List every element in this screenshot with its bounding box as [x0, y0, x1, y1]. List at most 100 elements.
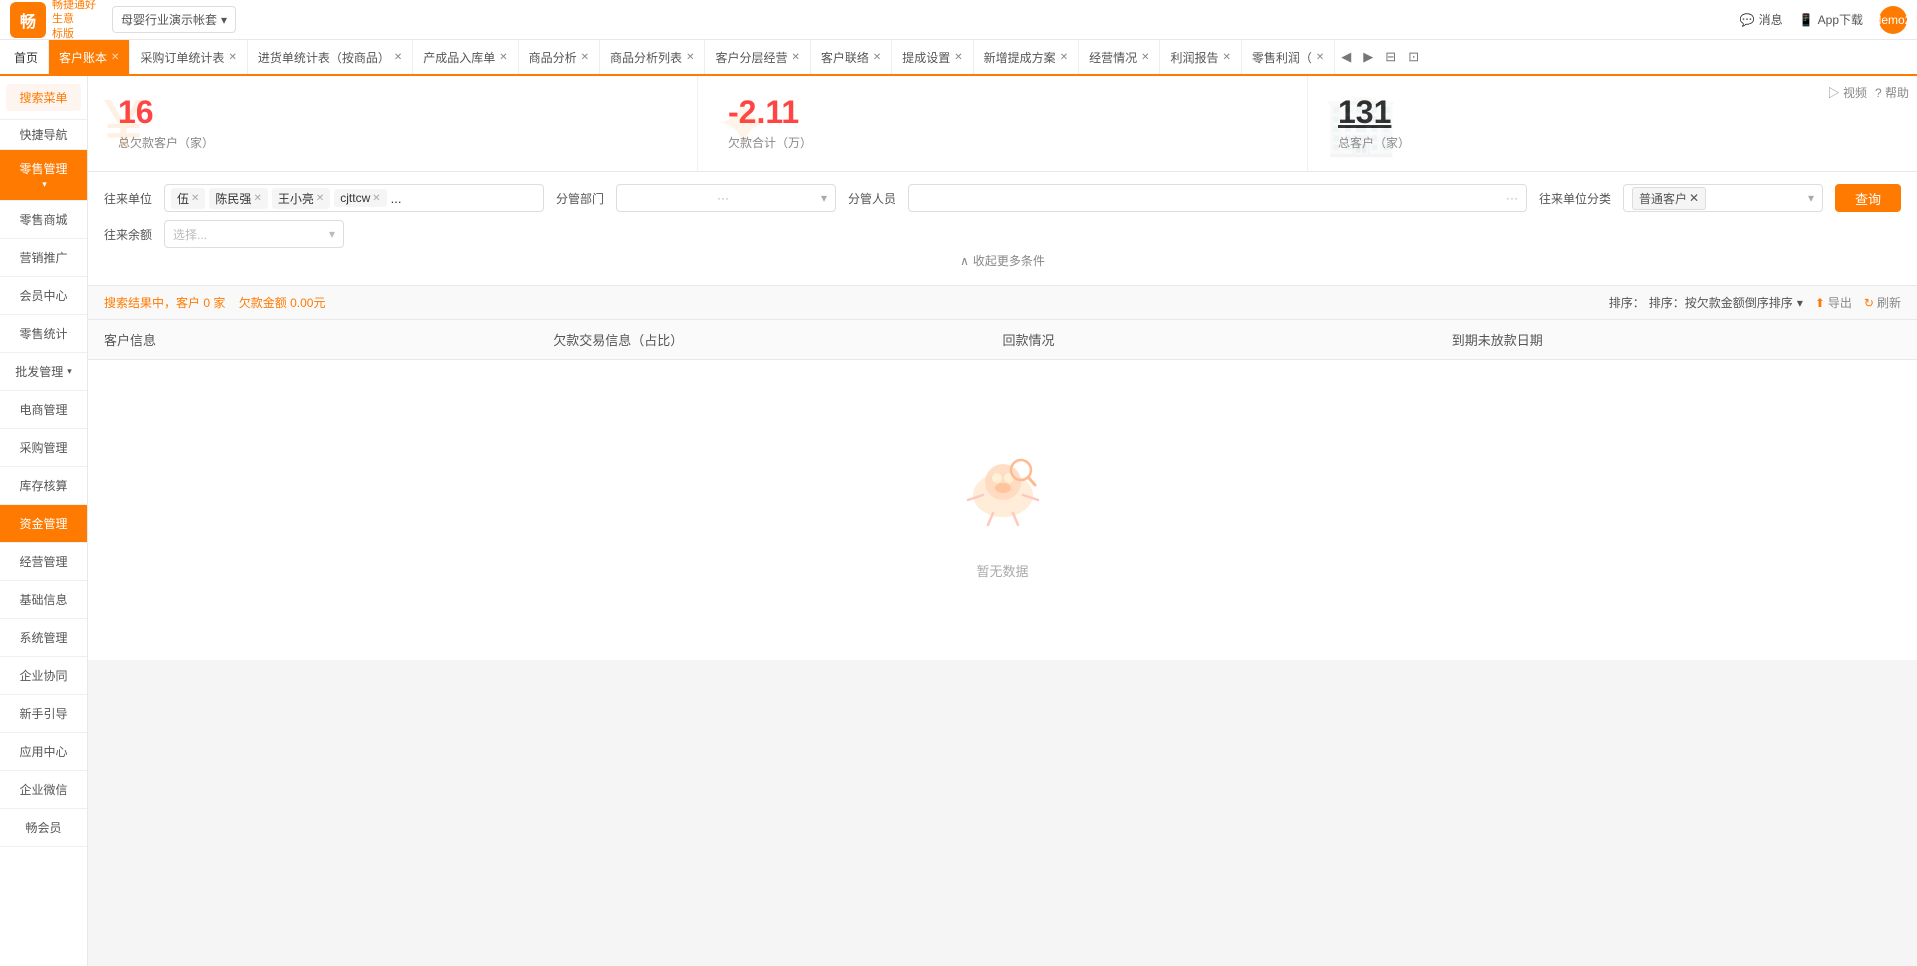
table-header: 客户信息 欠款交易信息（占比） 回款情况 到期未放款日期 [88, 320, 1917, 360]
video-help-btn[interactable]: ▷ 视频 [1828, 84, 1867, 101]
more-tags-btn[interactable]: ... [391, 191, 402, 206]
tab-home[interactable]: 首页 [4, 40, 49, 75]
tag-close-icon[interactable]: ✕ [191, 193, 199, 204]
sidebar-item-wholesale-mgmt[interactable]: 批发管理 ▾ [0, 353, 87, 391]
result-actions: 排序： 排序：按欠款金额倒序排序 ▾ ⬆ 导出 ↻ 刷新 [1609, 294, 1901, 311]
query-button[interactable]: 查询 [1835, 184, 1901, 212]
sidebar-item-app-center[interactable]: 应用中心 [0, 733, 87, 771]
close-icon[interactable]: ✕ [686, 52, 694, 63]
close-icon[interactable]: ✕ [873, 52, 881, 63]
unit-tags-container[interactable]: 伍 ✕ 陈民强 ✕ 王小亮 ✕ cjttcw ✕ ... [164, 184, 544, 212]
tab-purchase-stats[interactable]: 进货单统计表（按商品） ✕ [248, 40, 413, 75]
sidebar-item-enterprise-collab[interactable]: 企业协同 [0, 657, 87, 695]
tag-close-icon[interactable]: ✕ [253, 193, 261, 204]
unit-type-select[interactable]: 普通客户 ✕ ▾ [1623, 184, 1823, 212]
close-icon[interactable]: ✕ [1223, 52, 1231, 63]
person-select[interactable]: ··· [908, 184, 1527, 212]
sidebar-item-label: 电商管理 [19, 401, 67, 418]
tab-new-improve-label: 新增提成方案 [984, 49, 1056, 66]
tab-product-analysis[interactable]: 商品分析 ✕ [519, 40, 600, 75]
messages-btn[interactable]: 💬 消息 [1740, 11, 1783, 28]
sidebar-item-label: 会员中心 [19, 287, 67, 304]
close-icon[interactable]: ✕ [791, 52, 799, 63]
sidebar-item-premium-member[interactable]: 畅会员 [0, 809, 87, 847]
tab-customer-contact[interactable]: 客户联络 ✕ [811, 40, 892, 75]
sidebar-item-inventory[interactable]: 库存核算 [0, 467, 87, 505]
tab-customer-balance[interactable]: 客户账本 ✕ [49, 40, 130, 75]
unit-tag-4[interactable]: cjttcw ✕ [334, 189, 386, 207]
unit-tag-2[interactable]: 陈民强 ✕ [209, 188, 267, 209]
tab-improve-settings-label: 提成设置 [902, 49, 950, 66]
tag-close-icon[interactable]: ✕ [316, 193, 324, 204]
unit-tag-3[interactable]: 王小亮 ✕ [272, 188, 330, 209]
sidebar-item-retail-stats[interactable]: 零售统计 [0, 315, 87, 353]
close-icon[interactable]: ✕ [394, 52, 402, 63]
sidebar-item-retail-mgmt[interactable]: 零售管理 ▾ [0, 150, 87, 201]
tag-close-icon[interactable]: ✕ [1689, 191, 1699, 205]
tab-retail-profit[interactable]: 零售利润（ ✕ [1242, 40, 1335, 75]
close-icon[interactable]: ✕ [1316, 52, 1324, 63]
unit-tag-1[interactable]: 伍 ✕ [171, 188, 205, 209]
tab-product-inbound[interactable]: 产成品入库单 ✕ [413, 40, 518, 75]
sidebar-item-system-mgmt[interactable]: 系统管理 [0, 619, 87, 657]
dept-select[interactable]: ··· ▾ [616, 184, 836, 212]
close-icon[interactable]: ✕ [1141, 52, 1149, 63]
sidebar-item-label: 应用中心 [19, 743, 67, 760]
tab-new-improve[interactable]: 新增提成方案 ✕ [974, 40, 1079, 75]
refresh-button[interactable]: ↻ 刷新 [1864, 294, 1901, 311]
result-customer-count: 0 [203, 296, 210, 310]
sidebar-item-label: 畅会员 [25, 819, 61, 836]
help-btn[interactable]: ? 帮助 [1875, 84, 1909, 101]
tab-product-analysis-list[interactable]: 商品分析列表 ✕ [600, 40, 705, 75]
close-icon[interactable]: ✕ [581, 52, 589, 63]
chevron-down-icon: ▾ [821, 191, 827, 205]
sidebar-item-marketing[interactable]: 营销推广 [0, 239, 87, 277]
unit-filter-label: 往来单位 [104, 190, 152, 207]
export-button[interactable]: ⬆ 导出 [1815, 294, 1852, 311]
quick-nav-button[interactable]: 快捷导航 [0, 120, 87, 150]
table-container: 客户信息 欠款交易信息（占比） 回款情况 到期未放款日期 [88, 320, 1917, 660]
sidebar-item-purchase-mgmt[interactable]: 采购管理 [0, 429, 87, 467]
empty-state: 暂无数据 [88, 360, 1917, 660]
sort-selector[interactable]: 排序： 排序：按欠款金额倒序排序 ▾ [1609, 294, 1803, 311]
tab-purchase-order[interactable]: 采购订单统计表 ✕ [130, 40, 247, 75]
sidebar-item-operation-mgmt[interactable]: 经营管理 [0, 543, 87, 581]
tab-nav-more[interactable]: ⊟ [1379, 40, 1402, 75]
tab-maximize[interactable]: ⊡ [1402, 40, 1425, 75]
collapse-filters-btn[interactable]: ∧ 收起更多条件 [104, 248, 1901, 273]
sidebar-item-retail-shop[interactable]: 零售商城 [0, 201, 87, 239]
empty-illustration [953, 440, 1053, 530]
refresh-icon: ↻ [1864, 296, 1874, 310]
col-header-date: 到期未放款日期 [1452, 330, 1901, 349]
app-download-btn[interactable]: 📱 App下载 [1799, 11, 1863, 28]
user-profile[interactable]: demo2 [1879, 6, 1907, 34]
tab-customer-balance-label: 客户账本 [59, 49, 107, 66]
close-icon[interactable]: ✕ [499, 52, 507, 63]
help-label: 帮助 [1885, 86, 1909, 100]
close-icon[interactable]: ✕ [1060, 52, 1068, 63]
tab-improve-settings[interactable]: 提成设置 ✕ [892, 40, 973, 75]
close-icon[interactable]: ✕ [228, 52, 236, 63]
close-icon[interactable]: ✕ [954, 52, 962, 63]
tab-operation-status[interactable]: 经营情况 ✕ [1079, 40, 1160, 75]
sidebar-item-enterprise-wechat[interactable]: 企业微信 [0, 771, 87, 809]
tab-product-inbound-label: 产成品入库单 [423, 49, 495, 66]
chevron-down-icon: ▾ [329, 227, 335, 241]
tab-nav-left[interactable]: ◀ [1335, 40, 1357, 75]
tab-profit-report[interactable]: 利润报告 ✕ [1160, 40, 1241, 75]
store-selector[interactable]: 母婴行业演示帐套 ▾ [112, 6, 236, 33]
stat-total-debt-customers: ¥ 16 总欠款客户（家） [88, 76, 698, 171]
sidebar-item-ecommerce-mgmt[interactable]: 电商管理 [0, 391, 87, 429]
tag-close-icon[interactable]: ✕ [372, 193, 380, 204]
tab-nav-right[interactable]: ▶ [1357, 40, 1379, 75]
sidebar-item-member-center[interactable]: 会员中心 [0, 277, 87, 315]
main-layout: 搜索菜单 快捷导航 零售管理 ▾ 零售商城 营销推广 会员中心 零售统计 批发管… [0, 76, 1917, 966]
tab-customer-segment[interactable]: 客户分层经营 ✕ [705, 40, 810, 75]
sidebar-item-new-guide[interactable]: 新手引导 [0, 695, 87, 733]
close-icon[interactable]: ✕ [111, 52, 119, 63]
sidebar-item-capital-mgmt[interactable]: 资金管理 [0, 505, 87, 543]
sidebar-item-basic-info[interactable]: 基础信息 [0, 581, 87, 619]
search-menu-button[interactable]: 搜索菜单 [6, 84, 81, 111]
remainder-select[interactable]: 选择... ▾ [164, 220, 344, 248]
unit-type-tag[interactable]: 普通客户 ✕ [1632, 187, 1706, 210]
